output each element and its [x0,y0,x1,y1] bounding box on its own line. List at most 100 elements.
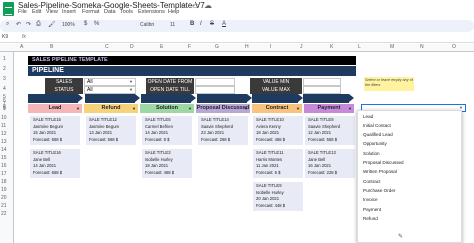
stage-select-proposal-discussed[interactable]: Proposal Discussed ▼ [196,104,250,113]
stage-arrow [197,94,252,103]
deal-card[interactable]: SALE TITLE10 Aviera Kenny 18 Jan 2021 Fo… [253,116,303,145]
paint-format-icon[interactable]: 🖌 [48,21,56,28]
menu-file[interactable]: File [18,9,27,15]
stage-select-solution[interactable]: Solution ▼ [140,104,194,113]
column-header[interactable]: L [358,44,361,50]
percent-icon[interactable]: % [94,21,99,27]
zoom-select[interactable]: 100% [62,22,75,28]
column-header[interactable]: K [330,44,333,50]
redo-icon[interactable]: ↷ [26,21,31,28]
column-header[interactable]: D [130,44,134,50]
column-header[interactable]: F [188,44,191,50]
search-icon[interactable]: ⌕ [6,21,9,28]
name-box[interactable]: K9 [2,34,8,40]
deal-card[interactable]: SALE TITLE5 Carmel Befrien 14 Jan 2021 F… [142,116,192,145]
row-header[interactable]: 19 [1,187,7,193]
column-header[interactable]: J [300,44,303,50]
row-header[interactable]: 10 [1,115,7,121]
edit-pencil-icon[interactable]: ✎ [398,233,403,240]
dropdown-option[interactable]: Proposal Discussed [363,160,404,165]
menu-insert[interactable]: Insert [62,9,76,15]
column-header[interactable]: O [452,44,456,50]
dropdown-option[interactable]: Lead [363,114,373,119]
stage-select-refund[interactable]: Refund ▼ [84,104,138,113]
dropdown-option[interactable]: Invoice [363,197,378,202]
column-header[interactable]: H [245,44,249,50]
row-header[interactable]: 11 [1,123,6,129]
chevron-down-icon: ▼ [244,106,248,111]
row-header[interactable]: 13 [1,139,7,145]
dropdown-option[interactable]: Solution [363,151,380,156]
text-color-icon[interactable]: A [222,21,226,27]
row-header[interactable]: 17 [1,171,7,177]
menu-extensions[interactable]: Extensions [138,9,165,15]
column-header[interactable]: A [20,44,23,50]
font-size-input[interactable]: 11 [170,22,175,28]
row-header[interactable]: 9 [3,106,6,112]
open-date-till-input[interactable] [195,86,235,94]
deal-card[interactable]: SALE TITLE8 Saavie Shepherd 12 Jan 2021 … [305,116,355,145]
dropdown-option[interactable]: Refund [363,216,378,221]
salesperson-select[interactable]: All ▼ [84,78,136,86]
strikethrough-icon[interactable]: S [210,21,214,27]
italic-icon[interactable]: I [200,21,202,27]
filter-hint-note: Select or leave empty any of the filters [364,77,414,91]
stage-arrow [252,94,303,103]
menu-edit[interactable]: Edit [32,9,41,15]
deal-card[interactable]: SALE TITLE13 Jane Bell 16 Jan 2021 Forec… [305,149,355,178]
column-header[interactable]: N [420,44,424,50]
font-select[interactable]: Calibri [140,22,154,28]
stage-select-payment[interactable]: Payment ▼ [304,104,354,113]
dropdown-option[interactable]: Purchase Order [363,188,395,193]
column-header[interactable]: G [215,44,219,50]
row-header[interactable]: 12 [1,131,7,137]
deal-card[interactable]: SALE TITLE9 Isobelle Hurley 20 Jan 2021 … [253,182,303,211]
row-header[interactable]: 21 [1,203,7,209]
column-header[interactable]: I [270,44,271,50]
dropdown-option[interactable]: Initial Contact [363,123,391,128]
row-header[interactable]: 2 [3,66,6,72]
stage-select-lead[interactable]: Lead ▼ [28,104,82,113]
currency-icon[interactable]: $ [84,21,87,27]
row-header[interactable]: 3 [3,76,6,82]
menu-format[interactable]: Format [82,9,99,15]
row-header[interactable]: 22 [1,211,7,217]
row-header[interactable]: 20 [1,195,7,201]
stage-label: Contract [265,105,289,111]
dropdown-option[interactable]: Payment [363,207,381,212]
dropdown-option[interactable]: Qualified Lead [363,132,393,137]
menu-data[interactable]: Data [104,9,116,15]
stage-label: Refund [101,105,121,111]
row-header[interactable]: 14 [1,147,7,153]
row-header[interactable]: 4 [3,86,6,92]
deal-card[interactable]: SALE TITLE11 Harris Montes 11 Jan 2021 F… [253,149,303,178]
formula-bar [0,33,474,43]
deal-card[interactable]: SALE TITLE3 Isobelle Hurley 18 Jan 2021 … [142,149,192,178]
column-header[interactable]: B [50,44,53,50]
column-header[interactable]: M [390,44,394,50]
bold-icon[interactable]: B [190,21,194,27]
dropdown-option[interactable]: Written Proposal [363,169,397,174]
menu-tools[interactable]: Tools [120,9,133,15]
undo-icon[interactable]: ↶ [16,21,21,28]
row-header[interactable]: 18 [1,179,7,185]
column-header[interactable]: C [105,44,109,50]
dropdown-option[interactable]: Opportunity [363,141,387,146]
column-header[interactable]: E [160,44,163,50]
row-header[interactable]: 15 [1,155,7,161]
dropdown-option[interactable]: Contract [363,179,380,184]
menu-view[interactable]: View [46,9,58,15]
row-header[interactable]: 16 [1,163,7,169]
row-header[interactable]: 1 [3,56,6,62]
value-min-input[interactable] [303,78,341,86]
deal-card[interactable]: SALE TITLE15 Jasmine Begum 15 Jan 2021 F… [30,116,80,145]
deal-card[interactable]: SALE TITLE14 Saavie Shepherd 23 Jan 2021… [198,116,248,145]
status-select[interactable]: All ▼ [84,86,136,94]
stage-select-contract[interactable]: Contract ▼ [252,104,302,113]
menu-help[interactable]: Help [168,9,179,15]
value-max-input[interactable] [303,86,341,94]
deal-card[interactable]: SALE TITLE16 Jane Bell 14 Jan 2021 Forec… [30,149,80,178]
open-date-from-input[interactable] [195,78,235,86]
deal-card[interactable]: SALE TITLE12 Jasmine Begum 13 Jan 2021 F… [86,116,136,145]
print-icon[interactable]: ⎙ [36,21,41,28]
